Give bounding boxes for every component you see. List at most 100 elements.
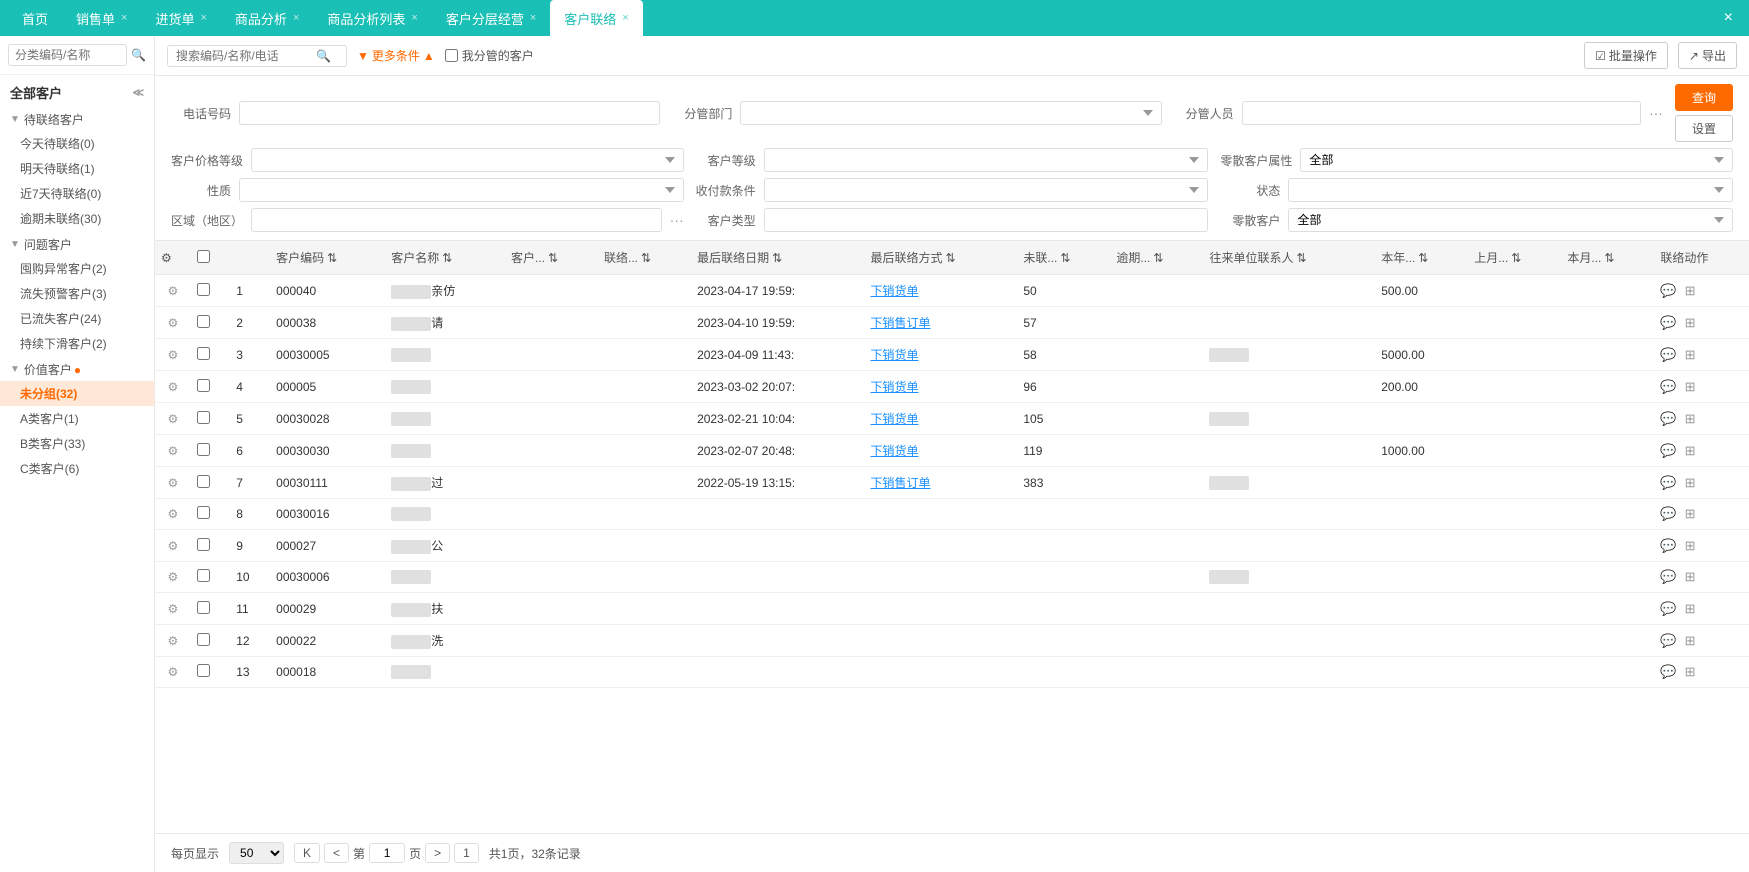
row-cb-1[interactable] [191,307,230,339]
reset-button[interactable]: 设置 [1675,115,1733,142]
sidebar-item-b-class[interactable]: B类客户(33) [0,431,154,456]
row-settings-9[interactable]: ⚙ [155,562,191,593]
col-no-contact[interactable]: 未联...⇅ [1017,241,1110,275]
sidebar-item-week[interactable]: 近7天待联络(0) [0,181,154,206]
search-icon[interactable]: 🔍 [316,49,331,63]
row-settings-12[interactable]: ⚙ [155,657,191,688]
sidebar-group-problem[interactable]: ▼问题客户 [0,231,154,256]
row-cb-11[interactable] [191,625,230,657]
tab-analysis[interactable]: 商品分析× [221,0,313,36]
contact-icon-8[interactable]: 💬 [1660,538,1676,554]
retail-attr-select[interactable]: 全部 [1300,148,1733,172]
contact-icon-0[interactable]: 💬 [1660,283,1676,299]
my-customers-check[interactable] [445,49,458,62]
col-type[interactable]: 客户...⇅ [505,241,598,275]
row-settings-10[interactable]: ⚙ [155,593,191,625]
contact-icon-2[interactable]: 💬 [1660,347,1676,363]
sidebar-item-abnormal[interactable]: 囤购异常客户(2) [0,256,154,281]
sidebar-item-c-class[interactable]: C类客户(6) [0,456,154,481]
sidebar-item-a-class[interactable]: A类客户(1) [0,406,154,431]
select-all-checkbox[interactable] [197,250,210,263]
contact-icon-12[interactable]: 💬 [1660,664,1676,680]
payment-select[interactable] [764,178,1209,202]
row-checkbox-3[interactable] [197,379,210,392]
customer-level-select[interactable] [764,148,1209,172]
sidebar-item-churn-risk[interactable]: 流失预警客户(3) [0,281,154,306]
my-customers-checkbox[interactable]: 我分管的客户 [445,47,534,64]
region-input[interactable] [251,208,662,232]
sidebar-group-pending[interactable]: ▼待联络客户 [0,106,154,131]
row-settings-7[interactable]: ⚙ [155,499,191,530]
row-settings-4[interactable]: ⚙ [155,403,191,435]
sidebar-item-ungraded[interactable]: 未分组(32) [0,381,154,406]
more-icon-1[interactable]: ⊞ [1685,315,1696,331]
contact-icon-6[interactable]: 💬 [1660,475,1676,491]
phone-input[interactable] [239,101,660,125]
row-settings-2[interactable]: ⚙ [155,339,191,371]
row-settings-6[interactable]: ⚙ [155,467,191,499]
row-cb-7[interactable] [191,499,230,530]
price-level-select[interactable] [251,148,684,172]
more-icon-6[interactable]: ⊞ [1685,475,1696,491]
contact-icon-11[interactable]: 💬 [1660,633,1676,649]
page-size-select[interactable]: 50 100 [229,842,284,864]
row-cb-3[interactable] [191,371,230,403]
col-checkbox[interactable] [191,241,230,275]
row-settings-5[interactable]: ⚙ [155,435,191,467]
sidebar-item-tomorrow[interactable]: 明天待联络(1) [0,156,154,181]
more-icon-9[interactable]: ⊞ [1685,569,1696,585]
customer-type-input[interactable] [764,208,1209,232]
more-icon-4[interactable]: ⊞ [1685,411,1696,427]
contact-icon-9[interactable]: 💬 [1660,569,1676,585]
sidebar-item-today[interactable]: 今天待联络(0) [0,131,154,156]
row-settings-0[interactable]: ⚙ [155,275,191,307]
col-overdue[interactable]: 逾期...⇅ [1110,241,1203,275]
col-name[interactable]: 客户名称⇅ [385,241,505,275]
batch-operations-btn[interactable]: ☑ 批量操作 [1584,42,1668,69]
row-checkbox-0[interactable] [197,283,210,296]
page-input[interactable] [369,843,405,863]
row-settings-8[interactable]: ⚙ [155,530,191,562]
tab-close-customer-tier[interactable]: × [530,12,536,24]
sidebar-group-value[interactable]: ▼价值客户● [0,356,154,381]
more-icon-3[interactable]: ⊞ [1685,379,1696,395]
row-checkbox-2[interactable] [197,347,210,360]
tab-close-sales[interactable]: × [121,12,127,24]
tab-close-purchase[interactable]: × [200,12,206,24]
more-icon-12[interactable]: ⊞ [1685,664,1696,680]
more-icon-7[interactable]: ⊞ [1685,506,1696,522]
col-partner[interactable]: 往来单位联系人⇅ [1203,241,1375,275]
tab-sales[interactable]: 销售单× [62,0,141,36]
row-checkbox-10[interactable] [197,601,210,614]
row-cb-8[interactable] [191,530,230,562]
retail-customer-select[interactable]: 全部 [1288,208,1733,232]
tab-analysis-list[interactable]: 商品分析列表× [313,0,431,36]
col-settings[interactable]: ⚙ [155,241,191,275]
row-checkbox-8[interactable] [197,538,210,551]
dept-select[interactable] [740,101,1161,125]
row-cb-9[interactable] [191,562,230,593]
contact-icon-3[interactable]: 💬 [1660,379,1676,395]
row-method-link-1[interactable]: 下销售订单 [870,316,930,330]
all-customers-header[interactable]: 全部客户 ≪ [0,75,154,106]
home-tab[interactable]: 首页 [8,9,62,28]
row-checkbox-5[interactable] [197,443,210,456]
contact-icon-1[interactable]: 💬 [1660,315,1676,331]
contact-icon-4[interactable]: 💬 [1660,411,1676,427]
first-page-btn[interactable]: K [294,843,320,863]
col-contact[interactable]: 联络...⇅ [598,241,691,275]
more-icon-11[interactable]: ⊞ [1685,633,1696,649]
more-icon-8[interactable]: ⊞ [1685,538,1696,554]
row-method-link-6[interactable]: 下销售订单 [870,476,930,490]
next-page-btn[interactable]: > [425,843,450,863]
row-checkbox-12[interactable] [197,664,210,677]
sidebar-search-icon[interactable]: 🔍 [131,48,146,62]
more-icon-2[interactable]: ⊞ [1685,347,1696,363]
row-checkbox-1[interactable] [197,315,210,328]
export-btn[interactable]: ↗ 导出 [1678,42,1737,69]
last-page-btn[interactable]: 1 [454,843,479,863]
more-icon-0[interactable]: ⊞ [1685,283,1696,299]
row-cb-6[interactable] [191,467,230,499]
col-this-month[interactable]: 本月...⇅ [1561,241,1654,275]
row-cb-4[interactable] [191,403,230,435]
